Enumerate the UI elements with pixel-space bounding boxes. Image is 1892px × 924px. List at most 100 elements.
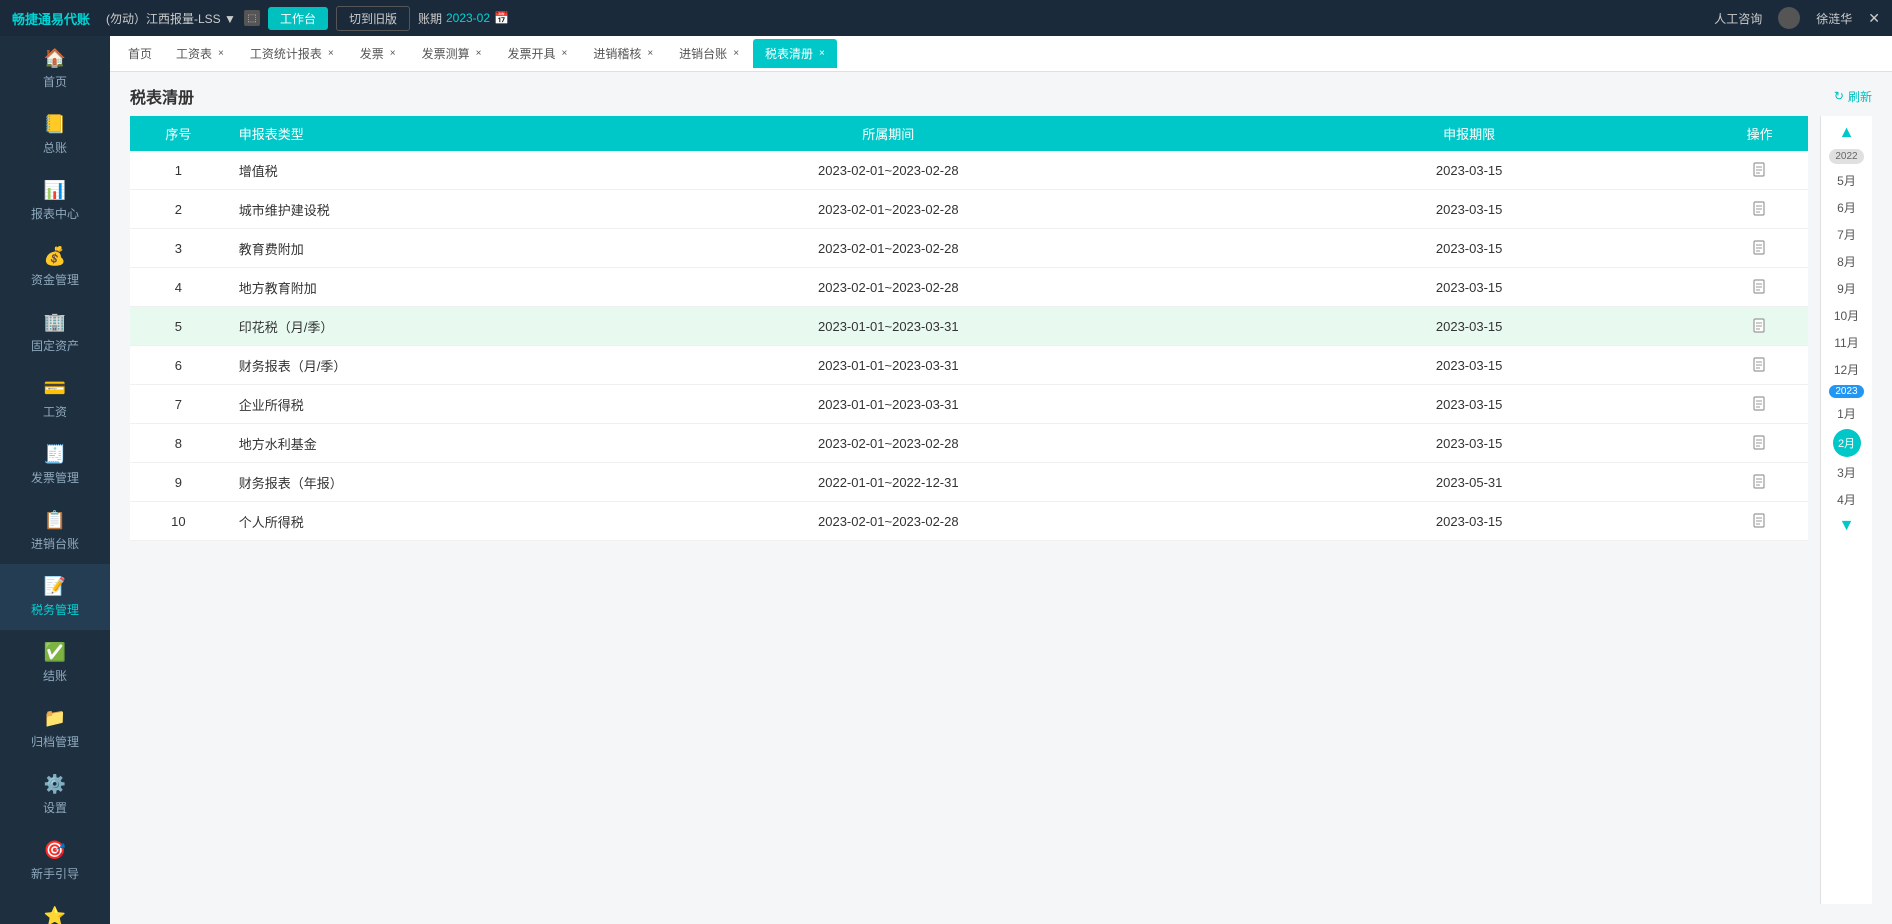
sidebar-item-archive[interactable]: 📁 归档管理 xyxy=(0,696,110,762)
calendar-month-7[interactable]: 7月 xyxy=(1821,221,1872,248)
content-area: 首页 工资表 × 工资统计报表 × 发票 × 发票测算 × 发票开具 × xyxy=(110,36,1892,924)
tab-close-sales-ledger[interactable]: × xyxy=(733,48,739,59)
sidebar-item-report[interactable]: 📊 报表中心 xyxy=(0,168,110,234)
cell-type: 城市维护建设税 xyxy=(227,190,550,229)
calendar-month-5[interactable]: 5月 xyxy=(1821,167,1872,194)
member-icon: ⭐ xyxy=(44,906,66,924)
tab-close-invoice[interactable]: × xyxy=(390,48,396,59)
calendar-panel: ▲ 2022 5月 6月 7月 8月 9月 10月 11月 12月 2023 1… xyxy=(1820,116,1872,904)
cell-id: 9 xyxy=(130,463,227,502)
tab-tax-list[interactable]: 税表清册 × xyxy=(753,39,837,68)
sidebar-item-reconcile[interactable]: 📋 进销台账 xyxy=(0,498,110,564)
cell-id: 4 xyxy=(130,268,227,307)
tab-salary-stats[interactable]: 工资统计报表 × xyxy=(238,39,346,68)
calendar-month-1[interactable]: 1月 xyxy=(1821,400,1872,427)
tab-invoice[interactable]: 发票 × xyxy=(348,39,408,68)
calendar-month-6[interactable]: 6月 xyxy=(1821,194,1872,221)
ledger-icon: 📒 xyxy=(44,114,66,135)
sidebar-item-settings[interactable]: ⚙️ 设置 xyxy=(0,762,110,828)
table-row: 2 城市维护建设税 2023-02-01~2023-02-28 2023-03-… xyxy=(130,190,1808,229)
action-doc-icon[interactable] xyxy=(1749,393,1771,415)
switch-old-button[interactable]: 切到旧版 xyxy=(336,6,410,31)
calendar-month-current[interactable]: 2月 xyxy=(1833,429,1861,457)
workbench-button[interactable]: 工作台 xyxy=(268,7,328,30)
col-header-period: 所属期间 xyxy=(549,116,1227,151)
action-doc-icon[interactable] xyxy=(1749,276,1771,298)
refresh-button[interactable]: ↻ 刷新 xyxy=(1834,88,1872,105)
top-bar: 畅捷通易代账 (勿动）江西报量-LSS ▼ ⬚ 工作台 切到旧版 账期 2023… xyxy=(0,0,1892,36)
sidebar-item-guide[interactable]: 🎯 新手引导 xyxy=(0,828,110,894)
action-doc-icon[interactable] xyxy=(1749,354,1771,376)
calendar-month-11[interactable]: 11月 xyxy=(1821,329,1872,356)
ai-consult-button[interactable]: 人工咨询 xyxy=(1714,10,1762,27)
sidebar-item-settlement[interactable]: ✅ 结账 xyxy=(0,630,110,696)
table-row: 7 企业所得税 2023-01-01~2023-03-31 2023-03-15 xyxy=(130,385,1808,424)
sidebar-item-salary[interactable]: 💳 工资 xyxy=(0,366,110,432)
action-doc-icon[interactable] xyxy=(1749,159,1771,181)
sidebar-item-home[interactable]: 🏠 首页 xyxy=(0,36,110,102)
action-doc-icon[interactable] xyxy=(1749,198,1771,220)
sidebar-item-ledger[interactable]: 📒 总账 xyxy=(0,102,110,168)
calendar-month-10[interactable]: 10月 xyxy=(1821,302,1872,329)
cell-id: 1 xyxy=(130,151,227,190)
table-row: 3 教育费附加 2023-02-01~2023-02-28 2023-03-15 xyxy=(130,229,1808,268)
sidebar-label-settlement: 结账 xyxy=(43,667,67,684)
tab-close-sales-check[interactable]: × xyxy=(647,48,653,59)
calendar-up-button[interactable]: ▲ xyxy=(1835,120,1859,146)
tab-invoice-calc[interactable]: 发票测算 × xyxy=(410,39,494,68)
tax-icon: 📝 xyxy=(44,576,66,597)
company-selector[interactable]: (勿动）江西报量-LSS ▼ xyxy=(106,10,236,27)
sidebar-item-asset[interactable]: 🏢 固定资产 xyxy=(0,300,110,366)
sidebar-label-invoice: 发票管理 xyxy=(31,469,79,486)
page-title: 税表清册 xyxy=(130,84,194,108)
calendar-month-8[interactable]: 8月 xyxy=(1821,248,1872,275)
tab-close-salary-stats[interactable]: × xyxy=(328,48,334,59)
tab-home[interactable]: 首页 xyxy=(118,39,162,68)
tab-close-invoice-open[interactable]: × xyxy=(561,48,567,59)
calendar-month-12[interactable]: 12月 xyxy=(1821,356,1872,383)
tab-close-salary-table[interactable]: × xyxy=(218,48,224,59)
cell-type: 财务报表（年报） xyxy=(227,463,550,502)
sidebar-item-tax[interactable]: 📝 税务管理 xyxy=(0,564,110,630)
tab-invoice-open[interactable]: 发票开具 × xyxy=(495,39,579,68)
tab-close-invoice-calc[interactable]: × xyxy=(476,48,482,59)
action-doc-icon[interactable] xyxy=(1749,315,1771,337)
tab-salary-table[interactable]: 工资表 × xyxy=(164,39,236,68)
cell-type: 财务报表（月/季） xyxy=(227,346,550,385)
top-bar-right: 人工咨询 徐涟华 ✕ xyxy=(1714,7,1880,29)
cell-action xyxy=(1711,190,1808,229)
tab-sales-ledger[interactable]: 进销台账 × xyxy=(667,39,751,68)
close-window-button[interactable]: ✕ xyxy=(1868,10,1880,27)
action-doc-icon[interactable] xyxy=(1749,237,1771,259)
sidebar-label-asset: 固定资产 xyxy=(31,337,79,354)
period-calendar-icon[interactable]: 📅 xyxy=(494,11,509,25)
cell-period: 2023-01-01~2023-03-31 xyxy=(549,385,1227,424)
company-copy-icon[interactable]: ⬚ xyxy=(244,10,260,26)
table-row: 10 个人所得税 2023-02-01~2023-02-28 2023-03-1… xyxy=(130,502,1808,541)
cell-period: 2023-01-01~2023-03-31 xyxy=(549,307,1227,346)
sidebar-label-guide: 新手引导 xyxy=(31,865,79,882)
action-doc-icon[interactable] xyxy=(1749,510,1771,532)
calendar-month-9[interactable]: 9月 xyxy=(1821,275,1872,302)
sidebar-item-invoice[interactable]: 🧾 发票管理 xyxy=(0,432,110,498)
refresh-icon: ↻ xyxy=(1834,89,1844,103)
tab-close-tax-list[interactable]: × xyxy=(819,48,825,59)
action-doc-icon[interactable] xyxy=(1749,471,1771,493)
calendar-down-button[interactable]: ▼ xyxy=(1835,513,1859,539)
col-header-id: 序号 xyxy=(130,116,227,151)
sidebar-item-fund[interactable]: 💰 资金管理 xyxy=(0,234,110,300)
tax-table: 序号 申报表类型 所属期间 申报期限 操作 1 增值税 2023-02-01~2… xyxy=(130,116,1808,541)
cell-id: 5 xyxy=(130,307,227,346)
sidebar-item-member[interactable]: ⭐ 畅会员 xyxy=(0,894,110,924)
cell-type: 印花税（月/季） xyxy=(227,307,550,346)
cell-period: 2023-02-01~2023-02-28 xyxy=(549,190,1227,229)
action-doc-icon[interactable] xyxy=(1749,432,1771,454)
table-row: 1 增值税 2023-02-01~2023-02-28 2023-03-15 xyxy=(130,151,1808,190)
cell-action xyxy=(1711,151,1808,190)
calendar-month-3[interactable]: 3月 xyxy=(1821,459,1872,486)
tab-sales-check[interactable]: 进销稽核 × xyxy=(581,39,665,68)
cell-type: 增值税 xyxy=(227,151,550,190)
asset-icon: 🏢 xyxy=(44,312,66,333)
cell-period: 2023-02-01~2023-02-28 xyxy=(549,268,1227,307)
calendar-month-4[interactable]: 4月 xyxy=(1821,486,1872,513)
